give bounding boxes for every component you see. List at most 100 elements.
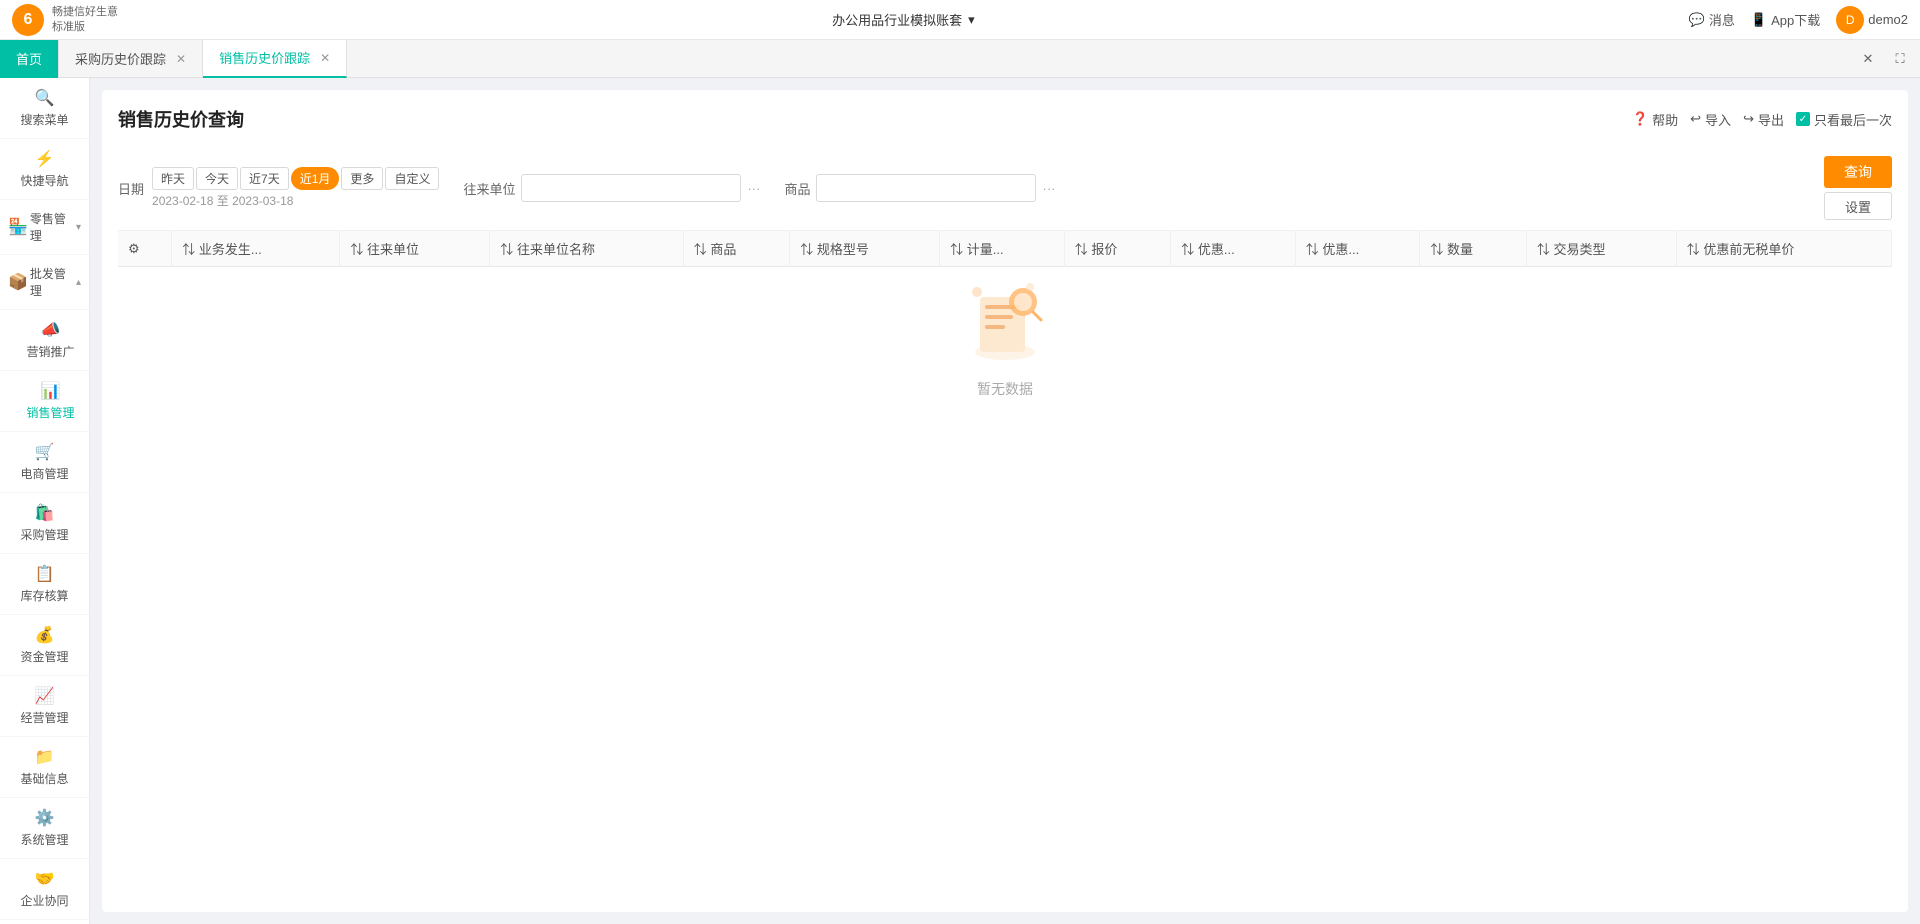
checkbox-checked-icon: ✓ (1796, 112, 1810, 126)
sidebar-item-search[interactable]: 🔍 搜索菜单 (0, 78, 89, 139)
search-icon: 🔍 (35, 88, 55, 108)
content-area: 销售历史价查询 ❓ 帮助 ↩ 导入 ↪ 导出 (90, 78, 1920, 924)
date-btn-yesterday[interactable]: 昨天 (152, 167, 194, 190)
date-btn-1month[interactable]: 近1月 (291, 167, 340, 190)
header-right: 💬 消息 📱 App下载 D demo2 (1689, 6, 1908, 34)
sidebar-item-retail[interactable]: 🏪 零售管理 ▾ (0, 200, 89, 255)
tab-purchase-label: 采购历史价跟踪 (75, 49, 166, 68)
logo-text: 畅捷信好生意 标准版 (52, 5, 118, 34)
sidebar-item-purchase[interactable]: 🛍️ 采购管理 (0, 493, 89, 554)
col-settings: ⚙ (118, 231, 172, 267)
col-partner-name-sort-icon[interactable]: ⇅ (500, 242, 513, 257)
tab-maximize-btn[interactable]: ⛶ (1888, 47, 1912, 71)
product-input[interactable] (816, 174, 1036, 202)
finance-icon: 💰 (35, 625, 55, 645)
date-buttons: 昨天 今天 近7天 近1月 更多 自定义 (152, 167, 439, 190)
chevron-down-icon: ▾ (968, 12, 975, 28)
col-partner-sort-icon[interactable]: ⇅ (350, 242, 363, 257)
page-content: 销售历史价查询 ❓ 帮助 ↩ 导入 ↪ 导出 (90, 78, 1920, 924)
supplier-dots[interactable]: ··· (747, 181, 760, 196)
empty-text: 暂无数据 (977, 379, 1033, 399)
export-btn[interactable]: ↪ 导出 (1743, 110, 1784, 129)
col-biz-date-sort-icon[interactable]: ⇅ (182, 242, 195, 257)
settings-btn[interactable]: 设置 (1824, 192, 1892, 220)
user-area[interactable]: D demo2 (1836, 6, 1908, 34)
enterprise-icon: 🤝 (35, 869, 55, 889)
tab-home[interactable]: 首页 (0, 40, 59, 78)
date-btn-7days[interactable]: 近7天 (240, 167, 289, 190)
sidebar-item-finance[interactable]: 💰 资金管理 (0, 615, 89, 676)
sidebar-item-enterprise[interactable]: 🤝 企业协同 (0, 859, 89, 920)
col-discount1-sort-icon[interactable]: ⇅ (1181, 242, 1194, 257)
col-trade-type-sort-icon[interactable]: ⇅ (1537, 242, 1550, 257)
col-partner: ⇅ 往来单位 (340, 231, 490, 267)
import-btn[interactable]: ↩ 导入 (1690, 110, 1731, 129)
sidebar-item-quick-nav[interactable]: ⚡ 快捷导航 (0, 139, 89, 200)
sidebar-item-wholesale[interactable]: 📦 批发管理 ▴ (0, 255, 89, 310)
sidebar-item-sales[interactable]: 📊 销售管理 (0, 371, 89, 432)
product-filter-group: 商品 ··· (784, 174, 1055, 202)
date-filter-col: 昨天 今天 近7天 近1月 更多 自定义 2023-02-18 至 2023-0… (152, 167, 439, 209)
sales-icon: 📊 (41, 381, 61, 401)
message-btn[interactable]: 💬 消息 (1689, 10, 1735, 29)
app-download-btn[interactable]: 📱 App下载 (1751, 10, 1820, 29)
sidebar-item-system[interactable]: ⚙️ 系统管理 (0, 798, 89, 859)
col-qty-sort-icon[interactable]: ⇅ (1430, 242, 1443, 257)
col-discount1: ⇅ 优惠... (1171, 231, 1296, 267)
app-selector[interactable]: 办公用品行业模拟账套 ▾ (832, 10, 975, 29)
page-title-row: 销售历史价查询 ❓ 帮助 ↩ 导入 ↪ 导出 (118, 106, 1892, 132)
col-spec-sort-icon[interactable]: ⇅ (800, 242, 813, 257)
page-card: 销售历史价查询 ❓ 帮助 ↩ 导入 ↪ 导出 (102, 90, 1908, 912)
help-icon: ❓ (1632, 111, 1648, 127)
basic-info-icon: 📁 (35, 747, 55, 767)
page-title: 销售历史价查询 (118, 106, 244, 132)
col-unit-sort-icon[interactable]: ⇅ (950, 242, 963, 257)
filter-row: 日期 昨天 今天 近7天 近1月 更多 自定义 2023-02-18 至 202… (118, 146, 1892, 231)
sidebar-item-inventory[interactable]: 📋 库存核算 (0, 554, 89, 615)
tab-purchase-close-icon[interactable]: ✕ (176, 52, 186, 66)
col-spec: ⇅ 规格型号 (790, 231, 940, 267)
col-biz-date: ⇅ 业务发生... (172, 231, 340, 267)
tab-close-all-btn[interactable]: ✕ (1856, 47, 1880, 71)
sidebar-item-operations[interactable]: 📈 经营管理 (0, 676, 89, 737)
filter-right-actions: 查询 设置 (1824, 156, 1892, 220)
supplier-input[interactable] (521, 174, 741, 202)
col-discount2-sort-icon[interactable]: ⇅ (1306, 242, 1319, 257)
col-product-sort-icon[interactable]: ⇅ (694, 242, 707, 257)
tab-bar: 首页 采购历史价跟踪 ✕ 销售历史价跟踪 ✕ ✕ ⛶ (0, 40, 1920, 78)
help-btn[interactable]: ❓ 帮助 (1632, 110, 1678, 129)
sidebar-item-ecommerce[interactable]: 🛒 电商管理 (0, 432, 89, 493)
col-partner-name: ⇅ 往来单位名称 (490, 231, 683, 267)
sidebar-item-basic-info[interactable]: 📁 基础信息 (0, 737, 89, 798)
sidebar: 🔍 搜索菜单 ⚡ 快捷导航 🏪 零售管理 ▾ 📦 批发管理 ▴ 📣 营销推广 📊… (0, 78, 90, 924)
col-quote-sort-icon[interactable]: ⇅ (1075, 242, 1088, 257)
chevron-up-icon: ▴ (76, 277, 81, 288)
product-label: 商品 (784, 179, 810, 198)
wholesale-icon: 📦 (8, 272, 28, 292)
tab-purchase-history[interactable]: 采购历史价跟踪 ✕ (59, 40, 203, 78)
col-pretax-price: ⇅ 优惠前无税单价 (1676, 231, 1891, 267)
query-btn[interactable]: 查询 (1824, 156, 1892, 188)
col-qty: ⇅ 数量 (1420, 231, 1526, 267)
gear-icon[interactable]: ⚙ (128, 241, 140, 256)
date-btn-more[interactable]: 更多 (341, 167, 383, 190)
logo-area: 6 畅捷信好生意 标准版 (12, 4, 118, 36)
marketing-icon: 📣 (41, 320, 61, 340)
page-title-actions: ❓ 帮助 ↩ 导入 ↪ 导出 ✓ 只看最后一次 (1632, 110, 1892, 129)
date-filter-group: 日期 昨天 今天 近7天 近1月 更多 自定义 2023-02-18 至 202… (118, 167, 439, 209)
tab-sales-label: 销售历史价跟踪 (219, 48, 310, 67)
message-icon: 💬 (1689, 12, 1705, 28)
sidebar-item-guide[interactable]: 🎯 新手引导 (0, 920, 89, 924)
date-btn-today[interactable]: 今天 (196, 167, 238, 190)
only-last-checkbox-area[interactable]: ✓ 只看最后一次 (1796, 110, 1892, 129)
purchase-icon: 🛍️ (35, 503, 55, 523)
tab-sales-history[interactable]: 销售历史价跟踪 ✕ (203, 40, 347, 78)
retail-icon: 🏪 (8, 217, 28, 237)
product-dots[interactable]: ··· (1042, 181, 1055, 196)
date-btn-custom[interactable]: 自定义 (385, 167, 439, 190)
export-icon: ↪ (1743, 111, 1754, 127)
tab-sales-close-icon[interactable]: ✕ (320, 51, 330, 65)
empty-illustration (955, 267, 1055, 367)
col-pretax-sort-icon[interactable]: ⇅ (1687, 242, 1700, 257)
sidebar-item-marketing[interactable]: 📣 营销推广 (0, 310, 89, 371)
